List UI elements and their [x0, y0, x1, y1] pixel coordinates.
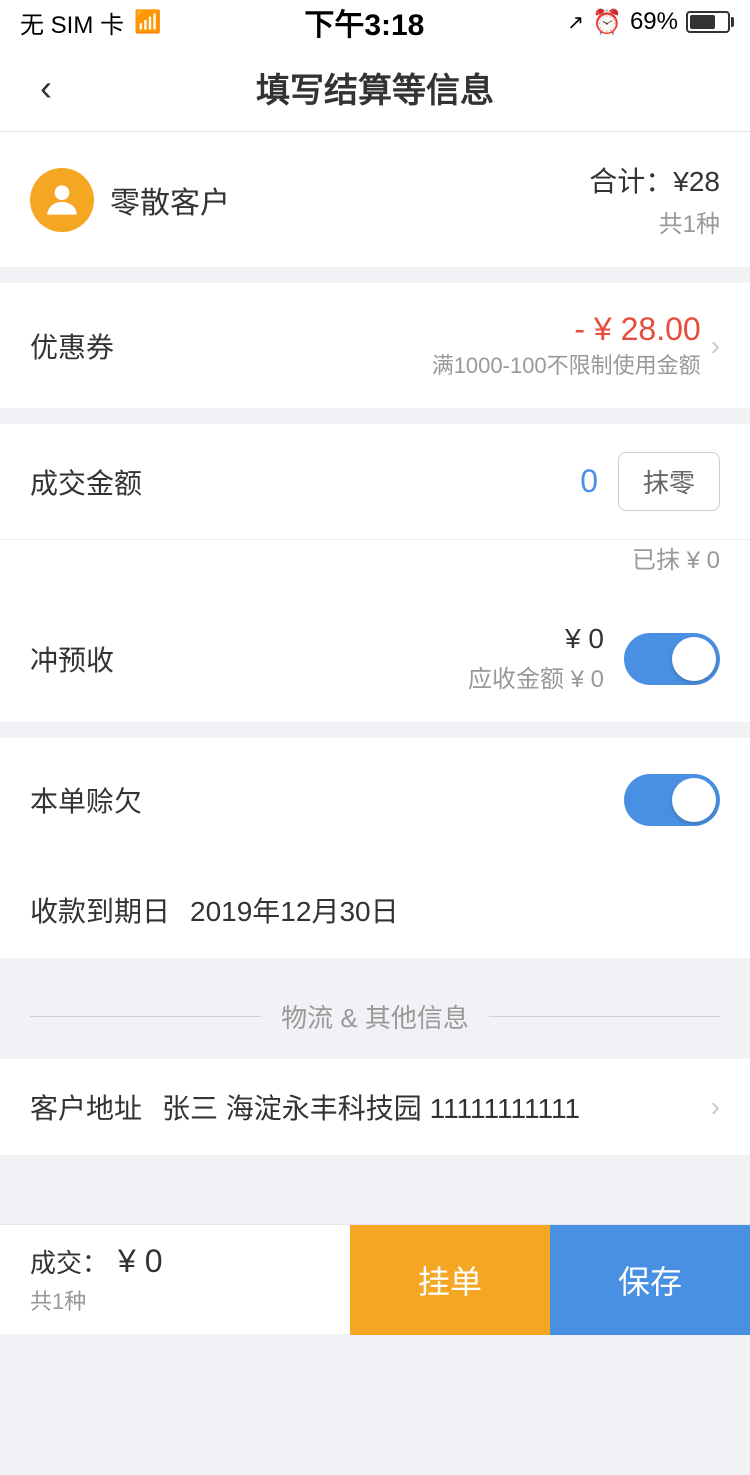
total-amount: 合计：¥28: [589, 160, 720, 200]
bottom-count: 共1种: [30, 1284, 320, 1316]
person-icon: [40, 178, 84, 222]
nav-bar: ‹ 填写结算等信息: [0, 44, 750, 132]
duedate-row: 收款到期日 2019年12月30日: [0, 862, 750, 958]
back-button[interactable]: ‹: [30, 57, 62, 119]
wifi-icon: 📶: [134, 9, 161, 35]
debt-label: 本单赊欠: [30, 780, 142, 820]
toggle-knob: [672, 637, 716, 681]
round-off-sub-label: 已抹 ¥ 0: [632, 540, 720, 575]
logistics-header: 物流 & 其他信息: [0, 974, 750, 1059]
debt-row: 本单赊欠: [0, 738, 750, 862]
coupon-row[interactable]: 优惠券 - ¥ 28.00 满1000-100不限制使用金额 ›: [0, 283, 750, 408]
transaction-amount-row: 成交金额 0 抹零: [0, 424, 750, 540]
customer-right: 合计：¥28 共1种: [589, 160, 720, 239]
coupon-right: - ¥ 28.00 满1000-100不限制使用金额 ›: [432, 311, 720, 380]
prepayment-row: 冲预收 ¥ 0 应收金额 ¥ 0: [0, 595, 750, 722]
save-label: 保存: [618, 1257, 682, 1303]
bottom-deal-amount: ¥ 0: [118, 1243, 162, 1280]
bottom-summary: 成交： ¥ 0 共1种: [0, 1243, 350, 1316]
transaction-amount-sub: 已抹 ¥ 0: [0, 540, 750, 595]
debt-toggle[interactable]: [624, 774, 720, 826]
prepayment-label: 冲预收: [30, 639, 114, 679]
customer-name: 零散客户: [110, 178, 230, 222]
alarm-icon: ⏰: [592, 8, 622, 37]
prepayment-sub: 应收金额 ¥ 0: [468, 659, 604, 694]
hold-order-label: 挂单: [418, 1257, 482, 1303]
status-right: ↗ ⏰ 69%: [567, 8, 730, 37]
divider-line-left: [30, 1016, 261, 1017]
avatar: [30, 168, 94, 232]
hold-order-button[interactable]: 挂单: [350, 1225, 550, 1335]
coupon-label: 优惠券: [30, 326, 114, 366]
address-label: 客户地址: [30, 1087, 142, 1127]
status-time: 下午3:18: [304, 0, 424, 44]
battery-percent: 69%: [630, 8, 678, 36]
divider-3: [0, 958, 750, 974]
status-left: 无 SIM 卡 📶: [20, 5, 161, 40]
transaction-amount-value[interactable]: 0: [580, 463, 598, 500]
customer-left: 零散客户: [30, 168, 230, 232]
location-icon: ↗: [567, 10, 584, 35]
divider-line-right: [489, 1016, 720, 1017]
prepayment-info: ¥ 0 应收金额 ¥ 0: [468, 623, 604, 694]
carrier-text: 无 SIM 卡: [20, 5, 124, 40]
duedate-label: 收款到期日: [30, 890, 170, 930]
bottom-bar: 成交： ¥ 0 共1种 挂单 保存: [0, 1224, 750, 1334]
coupon-discount: - ¥ 28.00: [432, 311, 701, 348]
page-title: 填写结算等信息: [256, 63, 494, 112]
round-off-button[interactable]: 抹零: [618, 452, 720, 511]
divider-2: [0, 722, 750, 738]
battery-icon: [686, 11, 730, 33]
coupon-info: - ¥ 28.00 满1000-100不限制使用金额: [432, 311, 701, 380]
duedate-value[interactable]: 2019年12月30日: [190, 890, 399, 930]
save-button[interactable]: 保存: [550, 1225, 750, 1335]
prepayment-toggle[interactable]: [624, 633, 720, 685]
transaction-amount-label: 成交金额: [30, 462, 142, 502]
address-chevron-icon: ›: [711, 1091, 720, 1123]
chevron-right-icon: ›: [711, 330, 720, 362]
prepayment-amount: ¥ 0: [468, 623, 604, 655]
debt-toggle-knob: [672, 778, 716, 822]
total-count: 共1种: [589, 204, 720, 239]
address-value: 张三 海淀永丰科技园 11111111111: [162, 1087, 691, 1127]
divider-1: [0, 408, 750, 424]
battery-fill: [690, 15, 715, 29]
status-bar: 无 SIM 卡 📶 下午3:18 ↗ ⏰ 69%: [0, 0, 750, 44]
transaction-amount-right: 0 抹零: [580, 452, 720, 511]
coupon-desc: 满1000-100不限制使用金额: [432, 348, 701, 380]
prepayment-right: ¥ 0 应收金额 ¥ 0: [468, 623, 720, 694]
address-row[interactable]: 客户地址 张三 海淀永丰科技园 11111111111 ›: [0, 1059, 750, 1155]
logistics-label: 物流 & 其他信息: [281, 998, 469, 1035]
bottom-deal-label: 成交：: [30, 1243, 108, 1280]
bottom-deal-row: 成交： ¥ 0: [30, 1243, 320, 1280]
customer-row: 零散客户 合计：¥28 共1种: [0, 132, 750, 267]
